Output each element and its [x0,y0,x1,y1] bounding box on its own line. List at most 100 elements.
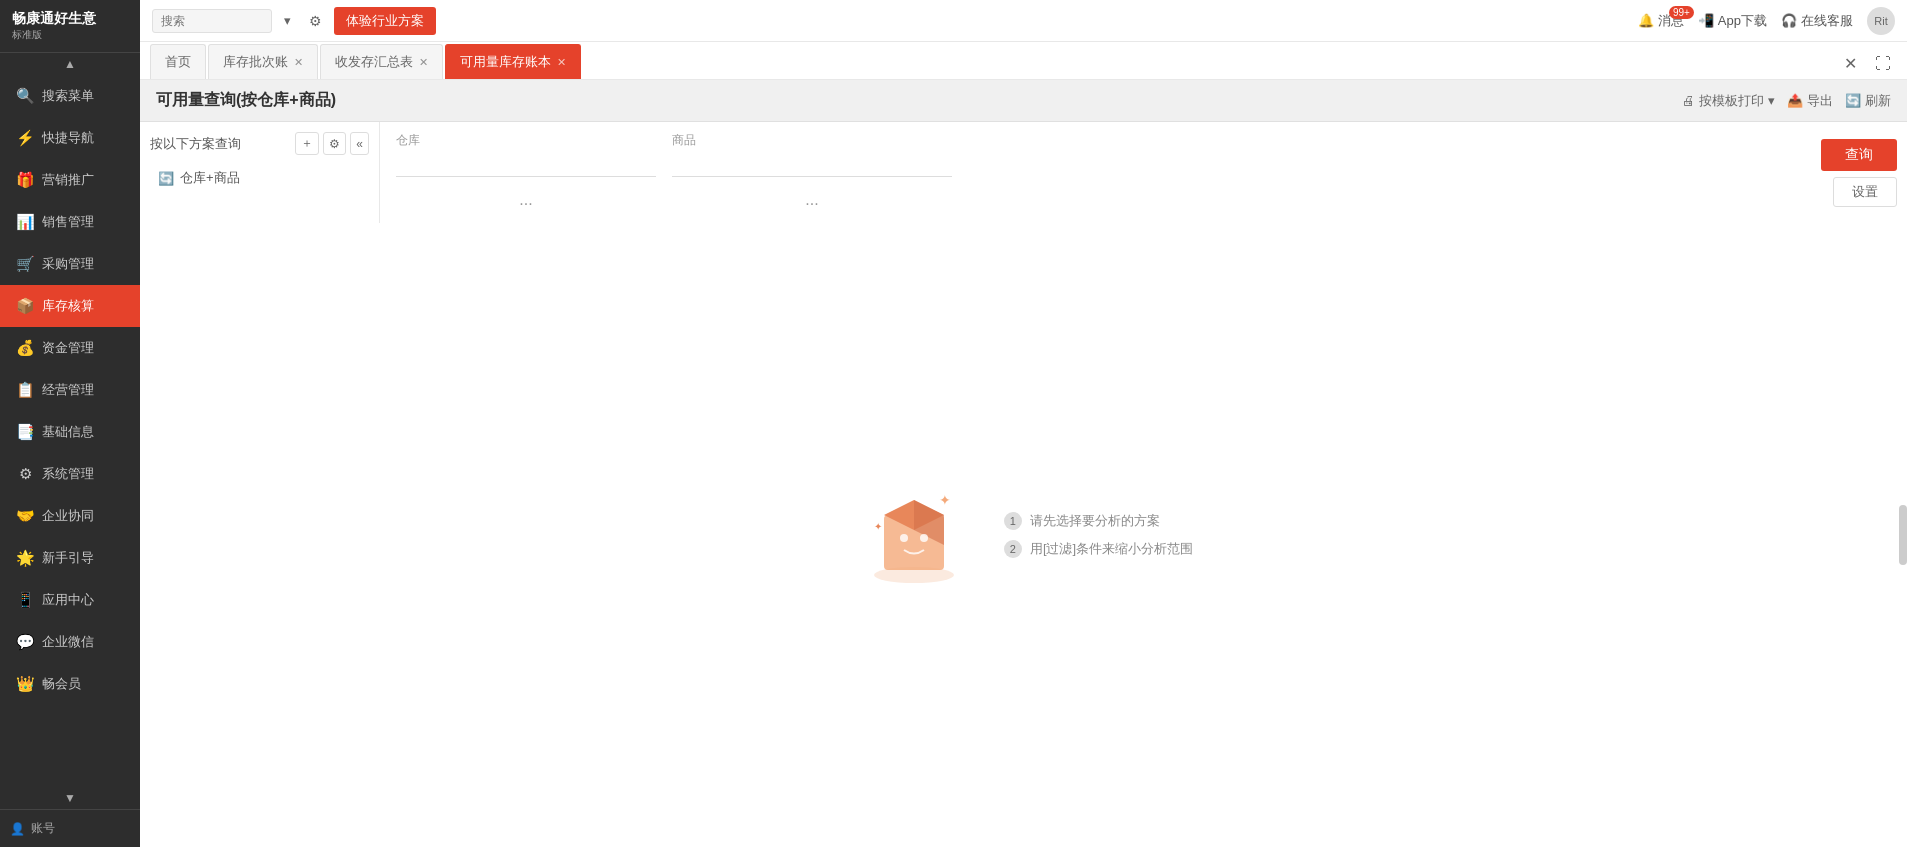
tab-stock-summary-close[interactable]: ✕ [419,56,428,69]
svg-point-5 [920,534,928,542]
print-dropdown-icon: ▾ [1768,93,1775,108]
app-download-link[interactable]: 📲 App下载 [1698,12,1767,30]
sidebar-item-shortcut[interactable]: ⚡ 快捷导航 [0,117,140,159]
goods-filter-group: 商品 ··· [672,132,952,213]
page-title: 可用量查询(按仓库+商品) [156,90,336,111]
tip-item-1: 1 请先选择要分析的方案 [1004,512,1193,530]
add-scheme-button[interactable]: ＋ [295,132,319,155]
sidebar-item-wechat[interactable]: 💬 企业微信 [0,621,140,663]
tab-fullscreen-button[interactable]: ⛶ [1869,53,1897,75]
crown-icon: 👑 [16,675,34,693]
sidebar-scroll-up[interactable]: ▲ [0,53,140,75]
sidebar-item-system[interactable]: ⚙ 系统管理 [0,453,140,495]
tab-batch-account-label: 库存批次账 [223,53,288,71]
tab-home[interactable]: 首页 [150,44,206,79]
document-icon: 📑 [16,423,34,441]
right-scroll-handle[interactable] [1899,505,1907,565]
sidebar: 畅康通好生意 标准版 ▲ 🔍 搜索菜单 ⚡ 快捷导航 🎁 营销推广 📊 销售管理… [0,0,140,847]
sidebar-item-inventory[interactable]: 📦 库存核算 [0,285,140,327]
sidebar-item-search[interactable]: 🔍 搜索菜单 [0,75,140,117]
chat-icon: 💬 [16,633,34,651]
warehouse-filter-input[interactable] [396,153,656,177]
sidebar-item-label: 采购管理 [42,255,94,273]
sidebar-scroll-down[interactable]: ▼ [0,787,140,809]
empty-state: ✦ ✦ 1 请先选择要分析的方案 2 用[过滤]条件来缩小分析范围 [854,475,1193,595]
scheme-item-label: 仓库+商品 [180,169,240,187]
refresh-button[interactable]: 🔄 刷新 [1845,92,1891,110]
phone-download-icon: 📲 [1698,13,1714,28]
tab-available-stock-close[interactable]: ✕ [557,56,566,69]
search-input[interactable] [152,9,272,33]
notification-bell[interactable]: 🔔 消息 99+ [1638,12,1684,30]
sidebar-item-basics[interactable]: 📑 基础信息 [0,411,140,453]
export-label: 导出 [1807,92,1833,110]
sidebar-item-label: 新手引导 [42,549,94,567]
print-template-button[interactable]: 🖨 按模板打印 ▾ [1682,92,1775,110]
query-settings-button[interactable]: 设置 [1833,177,1897,207]
empty-illustration: ✦ ✦ [854,475,974,595]
query-button[interactable]: 查询 [1821,139,1897,171]
scheme-header: 按以下方案查询 ＋ ⚙ « [150,132,369,155]
refresh-label: 刷新 [1865,92,1891,110]
sidebar-item-marketing[interactable]: 🎁 营销推广 [0,159,140,201]
print-label: 按模板打印 [1699,92,1764,110]
sidebar-item-label: 快捷导航 [42,129,94,147]
sidebar-item-label: 库存核算 [42,297,94,315]
empty-tips: 1 请先选择要分析的方案 2 用[过滤]条件来缩小分析范围 [1004,512,1193,558]
tab-batch-account[interactable]: 库存批次账 ✕ [208,44,318,79]
collapse-scheme-button[interactable]: « [350,132,369,155]
sidebar-item-appstore[interactable]: 📱 应用中心 [0,579,140,621]
scheme-item-warehouse-goods[interactable]: 🔄 仓库+商品 [150,163,369,193]
sidebar-item-label: 系统管理 [42,465,94,483]
sidebar-item-label: 企业协同 [42,507,94,525]
goods-more-button[interactable]: ··· [672,195,952,213]
app-download-label: App下载 [1718,12,1767,30]
page-actions: 🖨 按模板打印 ▾ 📤 导出 🔄 刷新 [1682,92,1891,110]
export-button[interactable]: 📤 导出 [1787,92,1833,110]
warehouse-filter-group: 仓库 ··· [396,132,656,213]
online-service-link[interactable]: 🎧 在线客服 [1781,12,1853,30]
sidebar-item-member[interactable]: 👑 畅会员 [0,663,140,705]
tip-text-2: 用[过滤]条件来缩小分析范围 [1030,540,1193,558]
box-icon: 📦 [16,297,34,315]
sidebar-item-purchase[interactable]: 🛒 采购管理 [0,243,140,285]
svg-text:✦: ✦ [874,521,882,532]
sidebar-item-sales[interactable]: 📊 销售管理 [0,201,140,243]
sidebar-nav: 🔍 搜索菜单 ⚡ 快捷导航 🎁 营销推广 📊 销售管理 🛒 采购管理 📦 库存核… [0,75,140,787]
tab-stock-summary[interactable]: 收发存汇总表 ✕ [320,44,443,79]
tab-batch-account-close[interactable]: ✕ [294,56,303,69]
gift-icon: 🎁 [16,171,34,189]
scheme-panel: 按以下方案查询 ＋ ⚙ « 🔄 仓库+商品 [140,122,380,223]
svg-text:✦: ✦ [939,492,951,508]
user-avatar[interactable]: Rit [1867,7,1895,35]
sidebar-item-operations[interactable]: 📋 经营管理 [0,369,140,411]
warehouse-more-button[interactable]: ··· [396,195,656,213]
svg-point-4 [900,534,908,542]
top-bar: ▾ ⚙ 体验行业方案 🔔 消息 99+ 📲 App下载 🎧 在线客服 Rit [140,0,1907,42]
settings-gear-button[interactable]: ⚙ [303,10,328,32]
tab-available-stock-label: 可用量库存账本 [460,53,551,71]
tab-close-button[interactable]: ✕ [1838,52,1863,75]
sidebar-item-label: 应用中心 [42,591,94,609]
dropdown-button[interactable]: ▾ [278,10,297,31]
export-icon: 📤 [1787,93,1803,108]
scheme-icon: 🔄 [158,171,174,186]
logo-subtitle: 标准版 [12,28,128,42]
tip-text-1: 请先选择要分析的方案 [1030,512,1160,530]
gear-icon: ⚙ [16,465,34,483]
sidebar-user-label: 账号 [31,820,55,837]
sidebar-user-info[interactable]: 👤 账号 [0,809,140,847]
tab-bar: 首页 库存批次账 ✕ 收发存汇总表 ✕ 可用量库存账本 ✕ ✕ ⛶ [140,42,1907,80]
cart-icon: 🛒 [16,255,34,273]
tab-available-stock[interactable]: 可用量库存账本 ✕ [445,44,581,79]
industry-solution-button[interactable]: 体验行业方案 [334,7,436,35]
scheme-settings-button[interactable]: ⚙ [323,132,346,155]
sidebar-item-newbie[interactable]: 🌟 新手引导 [0,537,140,579]
goods-filter-input[interactable] [672,153,952,177]
sidebar-item-enterprise[interactable]: 🤝 企业协同 [0,495,140,537]
chart-icon: 📊 [16,213,34,231]
tab-stock-summary-label: 收发存汇总表 [335,53,413,71]
sidebar-logo: 畅康通好生意 标准版 [0,0,140,53]
main-area: ▾ ⚙ 体验行业方案 🔔 消息 99+ 📲 App下载 🎧 在线客服 Rit [140,0,1907,847]
sidebar-item-finance[interactable]: 💰 资金管理 [0,327,140,369]
